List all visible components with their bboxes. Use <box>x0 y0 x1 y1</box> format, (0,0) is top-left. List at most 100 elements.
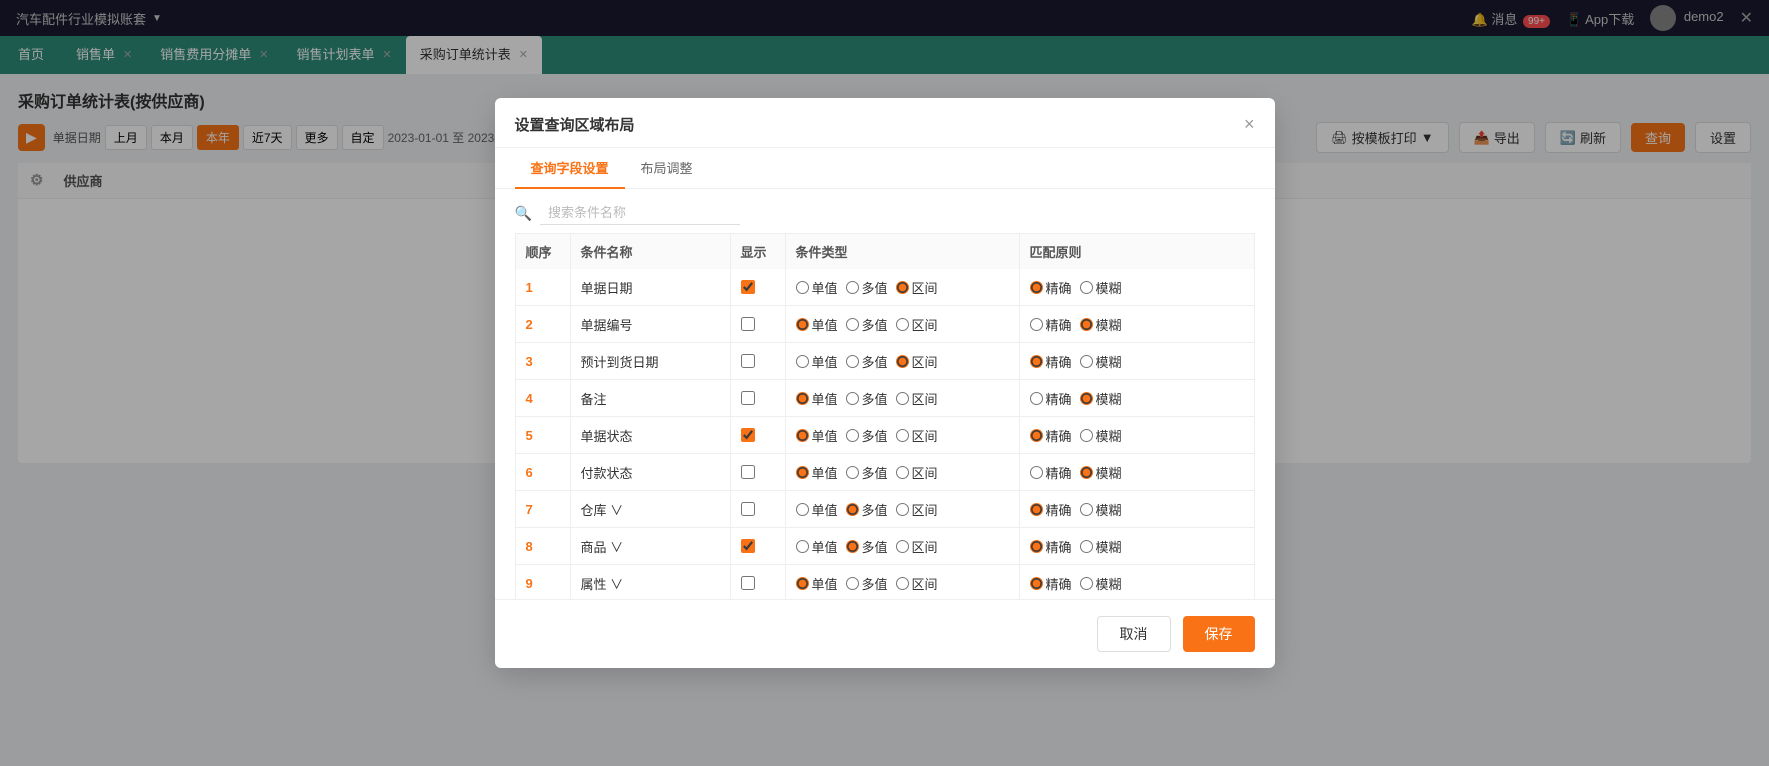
match-radio-item[interactable]: 模糊 <box>1080 574 1122 593</box>
match-radio-item[interactable]: 精确 <box>1030 315 1072 334</box>
match-radio-精确[interactable] <box>1030 392 1043 405</box>
match-radio-item[interactable]: 精确 <box>1030 537 1072 556</box>
type-radio-item[interactable]: 单值 <box>796 463 838 482</box>
match-radio-item[interactable]: 模糊 <box>1080 352 1122 371</box>
type-radio-item[interactable]: 多值 <box>846 278 888 297</box>
type-radio-item[interactable]: 单值 <box>796 352 838 371</box>
match-radio-精确[interactable] <box>1030 281 1043 294</box>
type-radio-item[interactable]: 单值 <box>796 389 838 408</box>
match-radio-item[interactable]: 模糊 <box>1080 537 1122 556</box>
type-radio-单值[interactable] <box>796 540 809 553</box>
type-radio-item[interactable]: 多值 <box>846 500 888 519</box>
display-checkbox[interactable] <box>741 576 755 590</box>
type-radio-item[interactable]: 区间 <box>896 352 938 371</box>
type-radio-item[interactable]: 单值 <box>796 500 838 519</box>
match-radio-item[interactable]: 模糊 <box>1080 463 1122 482</box>
type-radio-item[interactable]: 区间 <box>896 537 938 556</box>
match-radio-item[interactable]: 精确 <box>1030 352 1072 371</box>
type-radio-item[interactable]: 区间 <box>896 463 938 482</box>
type-radio-区间[interactable] <box>896 392 909 405</box>
display-checkbox[interactable] <box>741 391 755 405</box>
type-radio-单值[interactable] <box>796 281 809 294</box>
display-checkbox[interactable] <box>741 502 755 516</box>
type-radio-区间[interactable] <box>896 429 909 442</box>
type-radio-item[interactable]: 多值 <box>846 315 888 334</box>
type-radio-多值[interactable] <box>846 540 859 553</box>
match-radio-精确[interactable] <box>1030 577 1043 590</box>
type-radio-item[interactable]: 单值 <box>796 426 838 445</box>
match-radio-模糊[interactable] <box>1080 577 1093 590</box>
type-radio-item[interactable]: 单值 <box>796 315 838 334</box>
type-radio-单值[interactable] <box>796 503 809 516</box>
type-radio-item[interactable]: 区间 <box>896 315 938 334</box>
match-radio-模糊[interactable] <box>1080 281 1093 294</box>
type-radio-item[interactable]: 多值 <box>846 426 888 445</box>
type-radio-item[interactable]: 单值 <box>796 574 838 593</box>
type-radio-区间[interactable] <box>896 318 909 331</box>
type-radio-多值[interactable] <box>846 466 859 479</box>
type-radio-多值[interactable] <box>846 577 859 590</box>
match-radio-精确[interactable] <box>1030 355 1043 368</box>
type-radio-区间[interactable] <box>896 577 909 590</box>
display-checkbox[interactable] <box>741 280 755 294</box>
type-radio-多值[interactable] <box>846 503 859 516</box>
display-checkbox[interactable] <box>741 539 755 553</box>
match-radio-模糊[interactable] <box>1080 503 1093 516</box>
type-radio-单值[interactable] <box>796 318 809 331</box>
type-radio-item[interactable]: 多值 <box>846 574 888 593</box>
type-radio-item[interactable]: 多值 <box>846 463 888 482</box>
save-btn[interactable]: 保存 <box>1183 616 1255 652</box>
cancel-btn[interactable]: 取消 <box>1097 616 1171 652</box>
match-radio-精确[interactable] <box>1030 466 1043 479</box>
modal-tab-fields[interactable]: 查询字段设置 <box>515 148 625 189</box>
match-radio-item[interactable]: 模糊 <box>1080 426 1122 445</box>
match-radio-模糊[interactable] <box>1080 540 1093 553</box>
match-radio-精确[interactable] <box>1030 503 1043 516</box>
type-radio-单值[interactable] <box>796 429 809 442</box>
type-radio-item[interactable]: 多值 <box>846 352 888 371</box>
type-radio-多值[interactable] <box>846 281 859 294</box>
match-radio-模糊[interactable] <box>1080 429 1093 442</box>
type-radio-区间[interactable] <box>896 355 909 368</box>
match-radio-item[interactable]: 精确 <box>1030 426 1072 445</box>
match-radio-item[interactable]: 模糊 <box>1080 278 1122 297</box>
match-radio-item[interactable]: 精确 <box>1030 574 1072 593</box>
match-radio-item[interactable]: 模糊 <box>1080 500 1122 519</box>
type-radio-item[interactable]: 区间 <box>896 426 938 445</box>
type-radio-区间[interactable] <box>896 466 909 479</box>
match-radio-item[interactable]: 精确 <box>1030 389 1072 408</box>
match-radio-item[interactable]: 精确 <box>1030 500 1072 519</box>
type-radio-区间[interactable] <box>896 540 909 553</box>
type-radio-多值[interactable] <box>846 392 859 405</box>
type-radio-多值[interactable] <box>846 429 859 442</box>
type-radio-多值[interactable] <box>846 355 859 368</box>
modal-overlay[interactable]: 设置查询区域布局 × 查询字段设置 布局调整 🔍 顺序 条件名称 显示 条件类型 <box>0 0 1769 766</box>
display-checkbox[interactable] <box>741 465 755 479</box>
match-radio-模糊[interactable] <box>1080 318 1093 331</box>
display-checkbox[interactable] <box>741 428 755 442</box>
display-checkbox[interactable] <box>741 317 755 331</box>
type-radio-单值[interactable] <box>796 355 809 368</box>
type-radio-单值[interactable] <box>796 577 809 590</box>
type-radio-item[interactable]: 区间 <box>896 574 938 593</box>
type-radio-item[interactable]: 多值 <box>846 537 888 556</box>
type-radio-区间[interactable] <box>896 503 909 516</box>
match-radio-item[interactable]: 模糊 <box>1080 315 1122 334</box>
match-radio-item[interactable]: 精确 <box>1030 278 1072 297</box>
match-radio-模糊[interactable] <box>1080 355 1093 368</box>
search-input[interactable] <box>540 201 740 225</box>
type-radio-item[interactable]: 单值 <box>796 537 838 556</box>
type-radio-区间[interactable] <box>896 281 909 294</box>
match-radio-模糊[interactable] <box>1080 466 1093 479</box>
type-radio-单值[interactable] <box>796 466 809 479</box>
match-radio-精确[interactable] <box>1030 429 1043 442</box>
match-radio-item[interactable]: 精确 <box>1030 463 1072 482</box>
type-radio-item[interactable]: 区间 <box>896 389 938 408</box>
type-radio-多值[interactable] <box>846 318 859 331</box>
modal-close-btn[interactable]: × <box>1244 114 1255 135</box>
match-radio-精确[interactable] <box>1030 540 1043 553</box>
type-radio-单值[interactable] <box>796 392 809 405</box>
type-radio-item[interactable]: 区间 <box>896 278 938 297</box>
type-radio-item[interactable]: 区间 <box>896 500 938 519</box>
type-radio-item[interactable]: 单值 <box>796 278 838 297</box>
